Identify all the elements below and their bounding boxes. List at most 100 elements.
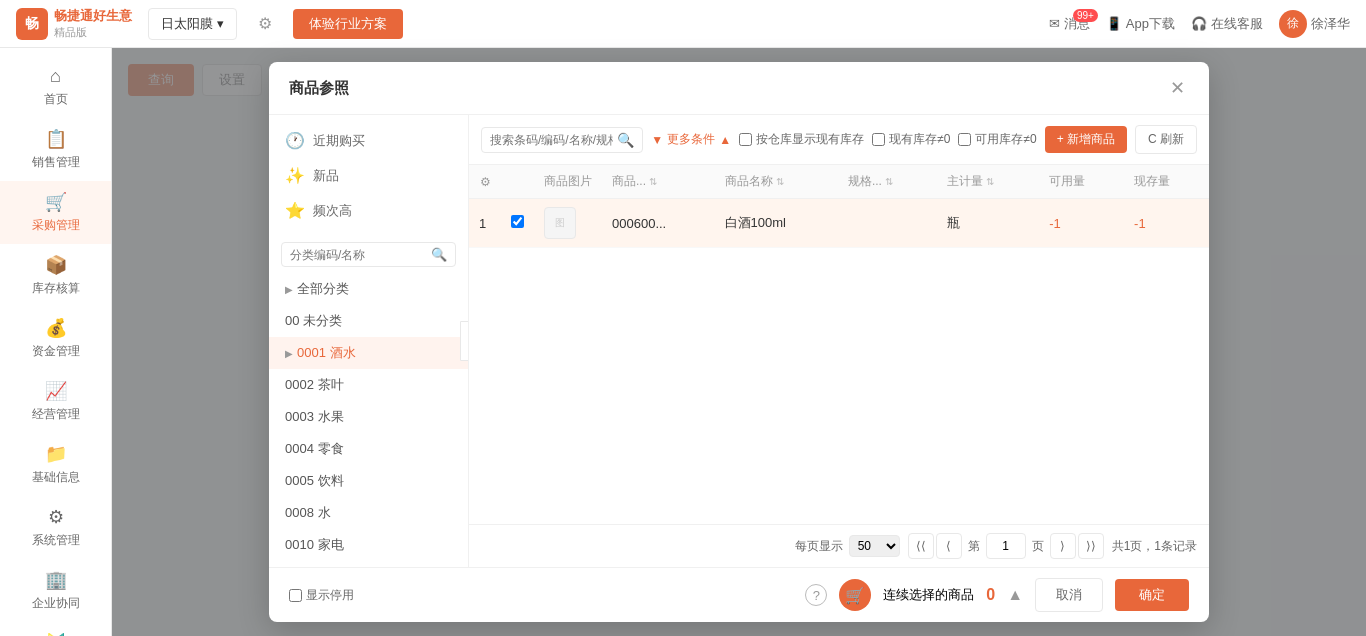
cart-button[interactable]: 🛒: [839, 579, 871, 611]
page-navigation: ⟨⟨ ⟨ 第 页 ⟩ ⟩⟩: [908, 533, 1104, 559]
checkbox-existing-input[interactable]: [872, 133, 885, 146]
category-0002-label: 0002 茶叶: [285, 376, 344, 394]
sidebar-label-finance: 资金管理: [32, 343, 80, 360]
row-checkbox[interactable]: [511, 215, 524, 228]
home-icon: ⌂: [50, 66, 61, 87]
prev-page-button[interactable]: ⟨: [936, 533, 962, 559]
per-page-select[interactable]: 50 10 20 100: [849, 535, 900, 557]
user-menu[interactable]: 徐 徐泽华: [1279, 10, 1350, 38]
category-0001[interactable]: ▶ 0001 酒水: [269, 337, 468, 369]
confirm-button[interactable]: 确定: [1115, 579, 1189, 611]
filter-label: 更多条件: [667, 131, 715, 148]
sidebar-label-basic: 基础信息: [32, 469, 80, 486]
sidebar-label-business: 经营管理: [32, 406, 80, 423]
left-nav-frequent[interactable]: ⭐ 频次高: [269, 193, 468, 228]
footer-right: ? 🛒 连续选择的商品 0 ▲ 取消 确定: [805, 578, 1189, 612]
col-unit[interactable]: 主计量 ⇅: [937, 165, 1039, 199]
sidebar-item-sales[interactable]: 📋 销售管理: [0, 118, 111, 181]
product-search-input[interactable]: [490, 133, 613, 147]
cell-image: 图: [534, 199, 602, 248]
filter-button[interactable]: ▼ 更多条件 ▲: [651, 131, 731, 148]
sidebar-item-finance[interactable]: 💰 资金管理: [0, 307, 111, 370]
sidebar-item-business[interactable]: 📈 经营管理: [0, 370, 111, 433]
top-nav: 畅 畅捷通好生意 精品版 日太阳膜 ▾ ⚙ 体验行业方案 ✉ 消息 99+ 📱 …: [0, 0, 1366, 48]
trial-button[interactable]: 体验行业方案: [293, 9, 403, 39]
product-thumbnail: 图: [544, 207, 576, 239]
panel-collapse-button[interactable]: 《: [460, 321, 469, 361]
help-button[interactable]: ?: [805, 584, 827, 606]
checkbox-warehouse-stock[interactable]: 按仓库显示现有库存: [739, 131, 864, 148]
app-download-button[interactable]: 📱 App下载: [1106, 15, 1175, 33]
checkbox-available-input[interactable]: [958, 133, 971, 146]
store-selector[interactable]: 日太阳膜 ▾: [148, 8, 237, 40]
message-icon: ✉: [1049, 16, 1060, 31]
category-00-label: 00 未分类: [285, 312, 342, 330]
sidebar-item-system[interactable]: ⚙ 系统管理: [0, 496, 111, 559]
cell-stock: -1: [1124, 199, 1209, 248]
sidebar-item-guide[interactable]: 🔰 新手引导: [0, 622, 111, 636]
messages-button[interactable]: ✉ 消息 99+: [1049, 15, 1090, 33]
page-info: 共1页，1条记录: [1112, 538, 1197, 555]
category-search-input[interactable]: [290, 248, 427, 262]
category-0005[interactable]: 0005 饮料: [269, 465, 468, 497]
cell-check[interactable]: [501, 199, 534, 248]
guide-icon: 🔰: [45, 632, 67, 636]
category-all-label: 全部分类: [297, 280, 349, 298]
arrow-icon: ▶: [285, 284, 293, 295]
col-name[interactable]: 商品名称 ⇅: [715, 165, 838, 199]
show-disabled-input[interactable]: [289, 589, 302, 602]
per-page-selector: 每页显示 50 10 20 100: [795, 535, 900, 557]
show-disabled-label: 显示停用: [306, 587, 354, 604]
product-table: ⚙ 商品图片 商品... ⇅ 商品名称: [469, 165, 1209, 524]
sidebar: ⌂ 首页 📋 销售管理 🛒 采购管理 📦 库存核算 💰 资金管理 📈 经营管理 …: [0, 48, 112, 636]
first-page-button[interactable]: ⟨⟨: [908, 533, 934, 559]
checkbox-available-stock[interactable]: 可用库存≠0: [958, 131, 1036, 148]
sort-unit-icon: ⇅: [986, 176, 994, 187]
category-0004[interactable]: 0004 零食: [269, 433, 468, 465]
checkbox-warehouse-input[interactable]: [739, 133, 752, 146]
last-page-button[interactable]: ⟩⟩: [1078, 533, 1104, 559]
filter-icon: ▼: [651, 133, 663, 147]
checkbox-existing-stock[interactable]: 现有库存≠0: [872, 131, 950, 148]
avatar: 徐: [1279, 10, 1307, 38]
finance-icon: 💰: [45, 317, 67, 339]
col-code[interactable]: 商品... ⇅: [602, 165, 715, 199]
sidebar-label-purchase: 采购管理: [32, 217, 80, 234]
filter-up-icon: ▲: [719, 133, 731, 147]
category-0003[interactable]: 0003 水果: [269, 401, 468, 433]
col-settings[interactable]: ⚙: [469, 165, 501, 199]
inventory-icon: 📦: [45, 254, 67, 276]
left-nav-recent[interactable]: 🕐 近期购买: [269, 123, 468, 158]
left-nav-new[interactable]: ✨ 新品: [269, 158, 468, 193]
online-service-button[interactable]: 🎧 在线客服: [1191, 15, 1263, 33]
col-spec[interactable]: 规格... ⇅: [838, 165, 937, 199]
sidebar-item-enterprise[interactable]: 🏢 企业协同: [0, 559, 111, 622]
modal-left-panel: 《 🕐 近期购买 ✨ 新品 ⭐ 频次高: [269, 115, 469, 567]
show-disabled-checkbox[interactable]: 显示停用: [289, 587, 354, 604]
cancel-button[interactable]: 取消: [1035, 578, 1103, 612]
category-search-box: 🔍: [281, 242, 456, 267]
left-nav-frequent-label: 频次高: [313, 202, 352, 220]
page-input[interactable]: [986, 533, 1026, 559]
table-row[interactable]: 1 图: [469, 199, 1209, 248]
category-0008[interactable]: 0008 水: [269, 497, 468, 529]
sidebar-item-basic[interactable]: 📁 基础信息: [0, 433, 111, 496]
logo-icon: 畅: [16, 8, 48, 40]
refresh-button[interactable]: C 刷新: [1135, 125, 1197, 154]
sidebar-item-purchase[interactable]: 🛒 采购管理: [0, 181, 111, 244]
modal-close-button[interactable]: ✕: [1165, 76, 1189, 100]
next-page-button[interactable]: ⟩: [1050, 533, 1076, 559]
sidebar-item-inventory[interactable]: 📦 库存核算: [0, 244, 111, 307]
category-0002[interactable]: 0002 茶叶: [269, 369, 468, 401]
nav-right: ✉ 消息 99+ 📱 App下载 🎧 在线客服 徐 徐泽华: [1049, 10, 1350, 38]
sidebar-item-home[interactable]: ⌂ 首页: [0, 56, 111, 118]
category-0010[interactable]: 0010 家电: [269, 529, 468, 561]
settings-gear-icon[interactable]: ⚙: [249, 8, 281, 40]
pagination: 每页显示 50 10 20 100 ⟨⟨ ⟨: [469, 524, 1209, 567]
collapse-icon[interactable]: ▲: [1007, 586, 1023, 604]
category-all[interactable]: ▶ 全部分类: [269, 273, 468, 305]
cell-name: 白酒100ml: [715, 199, 838, 248]
cart-count: 0: [986, 586, 995, 604]
new-product-button[interactable]: + 新增商品: [1045, 126, 1127, 153]
category-00[interactable]: 00 未分类: [269, 305, 468, 337]
